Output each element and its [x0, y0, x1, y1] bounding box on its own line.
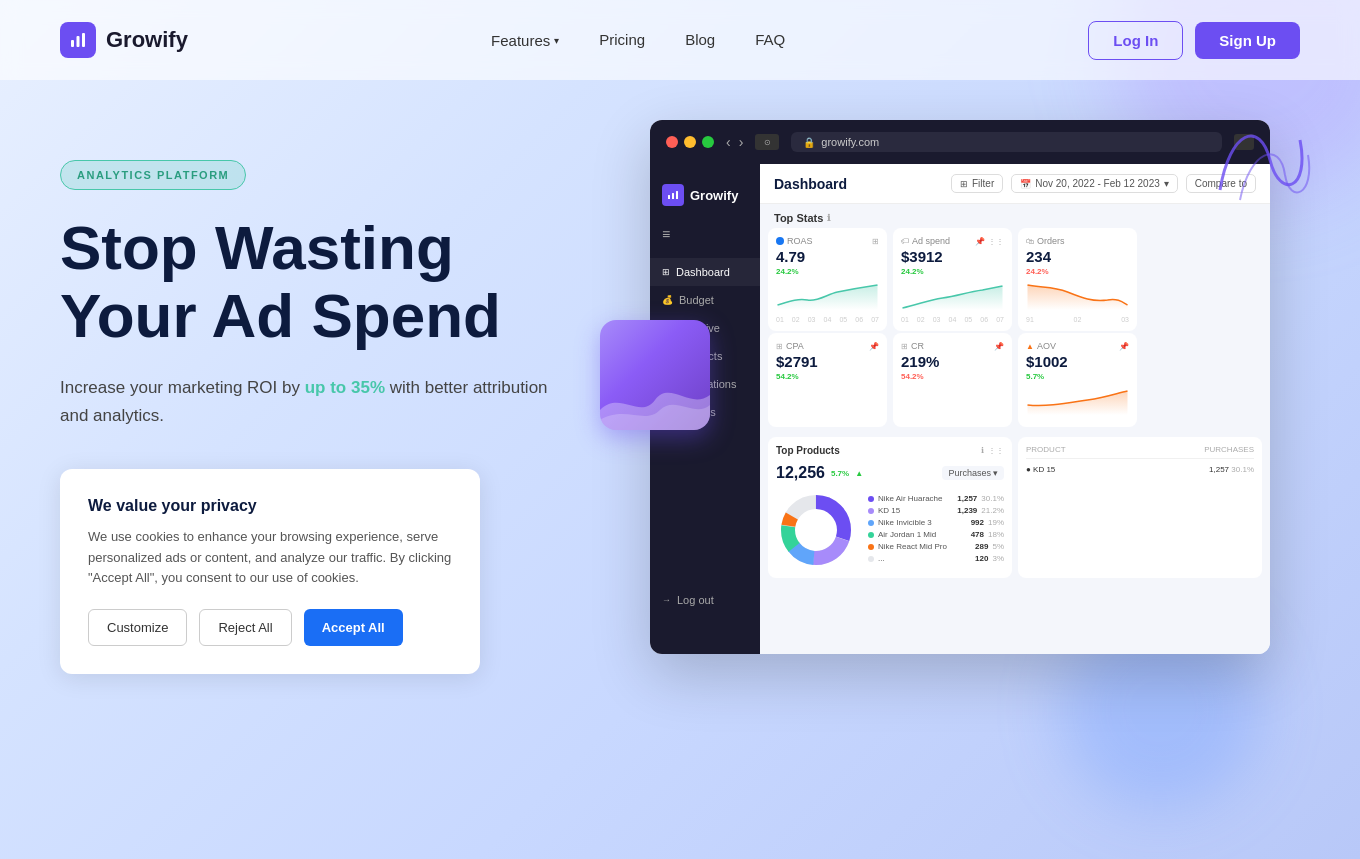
legend-item: Air Jordan 1 Mid 478 18%: [868, 530, 1004, 539]
stats-grid: ROAS ⊞ 4.79 24.2% 01020304050: [760, 228, 1270, 339]
signup-button[interactable]: Sign Up: [1195, 22, 1300, 59]
products-header: Top Products ℹ ⋮⋮: [776, 445, 1004, 456]
stat-card-orders: 🛍 Orders 234 24.2% 910203: [1018, 228, 1137, 331]
dashboard-header: Dashboard ⊞ Filter 📅 Nov 20, 2022 - Feb …: [760, 164, 1270, 204]
accept-all-button[interactable]: Accept All: [304, 609, 403, 646]
sidebar-item-budget[interactable]: 💰 Budget: [650, 286, 760, 314]
legend-item: Nike Invicible 3 992 19%: [868, 518, 1004, 527]
nav-pricing[interactable]: Pricing: [599, 31, 645, 48]
cookie-buttons: Customize Reject All Accept All: [88, 609, 452, 646]
svg-rect-5: [676, 191, 678, 199]
logo-text: Growify: [106, 27, 188, 53]
legend-item: Nike React Mid Pro 289 5%: [868, 542, 1004, 551]
cookie-body: We use cookies to enhance your browsing …: [88, 527, 452, 589]
table-row: ● KD 15 1,257 30.1%: [1026, 463, 1254, 476]
pin-icon: 📌: [994, 342, 1004, 351]
legend-item: ... 120 3%: [868, 554, 1004, 563]
dashboard-main: Dashboard ⊞ Filter 📅 Nov 20, 2022 - Feb …: [760, 164, 1270, 654]
hamburger-icon: ≡: [650, 222, 760, 258]
decorative-squiggle: [1200, 110, 1320, 230]
budget-icon: 💰: [662, 295, 673, 305]
stat-card-adspend: 🏷 Ad spend 📌 ⋮⋮ $3912 24.2%: [893, 228, 1012, 331]
table-header: PRODUCT PURCHASES: [1026, 445, 1254, 459]
info-icon: ℹ: [981, 446, 984, 455]
browser-dots: [666, 136, 714, 148]
browser-window: ‹› ⊙ 🔒 growify.com: [650, 120, 1270, 654]
reject-all-button[interactable]: Reject All: [199, 609, 291, 646]
browser-content: Growify ≡ ⊞ Dashboard 💰 Budget 🎨 Creativ…: [650, 164, 1270, 654]
navbar: Growify Features ▾ Pricing Blog FAQ Log …: [0, 0, 1360, 80]
filter-icon: ⊞: [960, 179, 968, 189]
cpa-icon: ⊞: [776, 342, 783, 351]
app-logo: Growify: [650, 176, 760, 222]
logo-link[interactable]: Growify: [60, 22, 188, 58]
app-logo-icon: [662, 184, 684, 206]
filter-button[interactable]: ⊞ Filter: [951, 174, 1003, 193]
browser-nav: ‹›: [726, 134, 743, 150]
logout-icon: →: [662, 595, 671, 605]
analytics-badge: ANALYTICS PLATFORM: [60, 160, 246, 190]
logo-icon: [60, 22, 96, 58]
legend-item: Nike Air Huarache 1,257 30.1%: [868, 494, 1004, 503]
pin-icon: 📌: [1119, 342, 1129, 351]
cr-icon: ⊞: [901, 342, 908, 351]
login-button[interactable]: Log In: [1088, 21, 1183, 60]
sidebar-item-dashboard[interactable]: ⊞ Dashboard: [650, 258, 760, 286]
more-icon: ⋮⋮: [988, 446, 1004, 455]
up-arrow-icon: ▲: [855, 469, 863, 478]
sidebar-logout[interactable]: → Log out: [650, 586, 760, 614]
donut-chart: [776, 490, 856, 570]
hero-left: ANALYTICS PLATFORM Stop Wasting Your Ad …: [60, 140, 580, 674]
chevron-down-icon: ▾: [554, 35, 559, 46]
nav-features[interactable]: Features ▾: [491, 32, 559, 49]
products-table-card: PRODUCT PURCHASES ● KD 15 1,257 30.1%: [1018, 437, 1262, 578]
hero-subtitle: Increase your marketing ROI by up to 35%…: [60, 374, 580, 428]
products-section: Top Products ℹ ⋮⋮ 12,256 5.7% ▲: [760, 437, 1270, 586]
nav-faq[interactable]: FAQ: [755, 31, 785, 48]
svg-rect-1: [77, 36, 80, 47]
nav-blog[interactable]: Blog: [685, 31, 715, 48]
cookie-banner: We value your privacy We use cookies to …: [60, 469, 480, 674]
legend-item: KD 15 1,239 21.2%: [868, 506, 1004, 515]
ad-icon: ▲: [1026, 342, 1034, 351]
pin-icon: 📌: [975, 237, 985, 246]
minimize-dot: [684, 136, 696, 148]
pin-icon: 📌: [869, 342, 879, 351]
stat-card-cr: ⊞ CR 📌 219% 54.2%: [893, 333, 1012, 427]
nav-links: Features ▾ Pricing Blog FAQ: [491, 31, 785, 49]
dashboard-icon: ⊞: [662, 267, 670, 277]
calendar-icon: 📅: [1020, 179, 1031, 189]
browser-url: 🔒 growify.com: [791, 132, 1222, 152]
more-icon: ⋮⋮: [988, 237, 1004, 246]
floating-card: [600, 320, 710, 430]
close-dot: [666, 136, 678, 148]
stats-grid-row2: ⊞ CPA 📌 $2791 54.2% ⊞ CR: [760, 333, 1270, 435]
customize-button[interactable]: Customize: [88, 609, 187, 646]
stat-card-cpa: ⊞ CPA 📌 $2791 54.2%: [768, 333, 887, 427]
hero-section: ANALYTICS PLATFORM Stop Wasting Your Ad …: [0, 80, 1360, 859]
svg-rect-2: [82, 33, 85, 47]
donut-chart-container: Nike Air Huarache 1,257 30.1% KD 15: [776, 490, 1004, 570]
svg-rect-4: [672, 193, 674, 199]
donut-legend: Nike Air Huarache 1,257 30.1% KD 15: [868, 494, 1004, 566]
browser-bar: ‹› ⊙ 🔒 growify.com: [650, 120, 1270, 164]
hero-right: ‹› ⊙ 🔒 growify.com: [620, 120, 1300, 654]
wave-graphic: [600, 350, 710, 430]
svg-rect-3: [668, 195, 670, 199]
info-icon: ⊞: [872, 237, 879, 246]
info-icon: ℹ: [827, 213, 830, 223]
nav-actions: Log In Sign Up: [1088, 21, 1300, 60]
maximize-dot: [702, 136, 714, 148]
stat-card-aov: ▲ AOV 📌 $1002 5.7%: [1018, 333, 1137, 427]
cookie-title: We value your privacy: [88, 497, 452, 515]
tag-icon: 🏷: [901, 237, 909, 246]
hero-title: Stop Wasting Your Ad Spend: [60, 214, 580, 350]
svg-rect-0: [71, 40, 74, 47]
top-stats-label: Top Stats ℹ: [760, 204, 1270, 228]
dashboard-title: Dashboard: [774, 176, 847, 192]
products-donut-card: Top Products ℹ ⋮⋮ 12,256 5.7% ▲: [768, 437, 1012, 578]
bag-icon: 🛍: [1026, 237, 1034, 246]
stat-card-roas: ROAS ⊞ 4.79 24.2% 01020304050: [768, 228, 887, 331]
date-range-button[interactable]: 📅 Nov 20, 2022 - Feb 12 2023 ▾: [1011, 174, 1178, 193]
